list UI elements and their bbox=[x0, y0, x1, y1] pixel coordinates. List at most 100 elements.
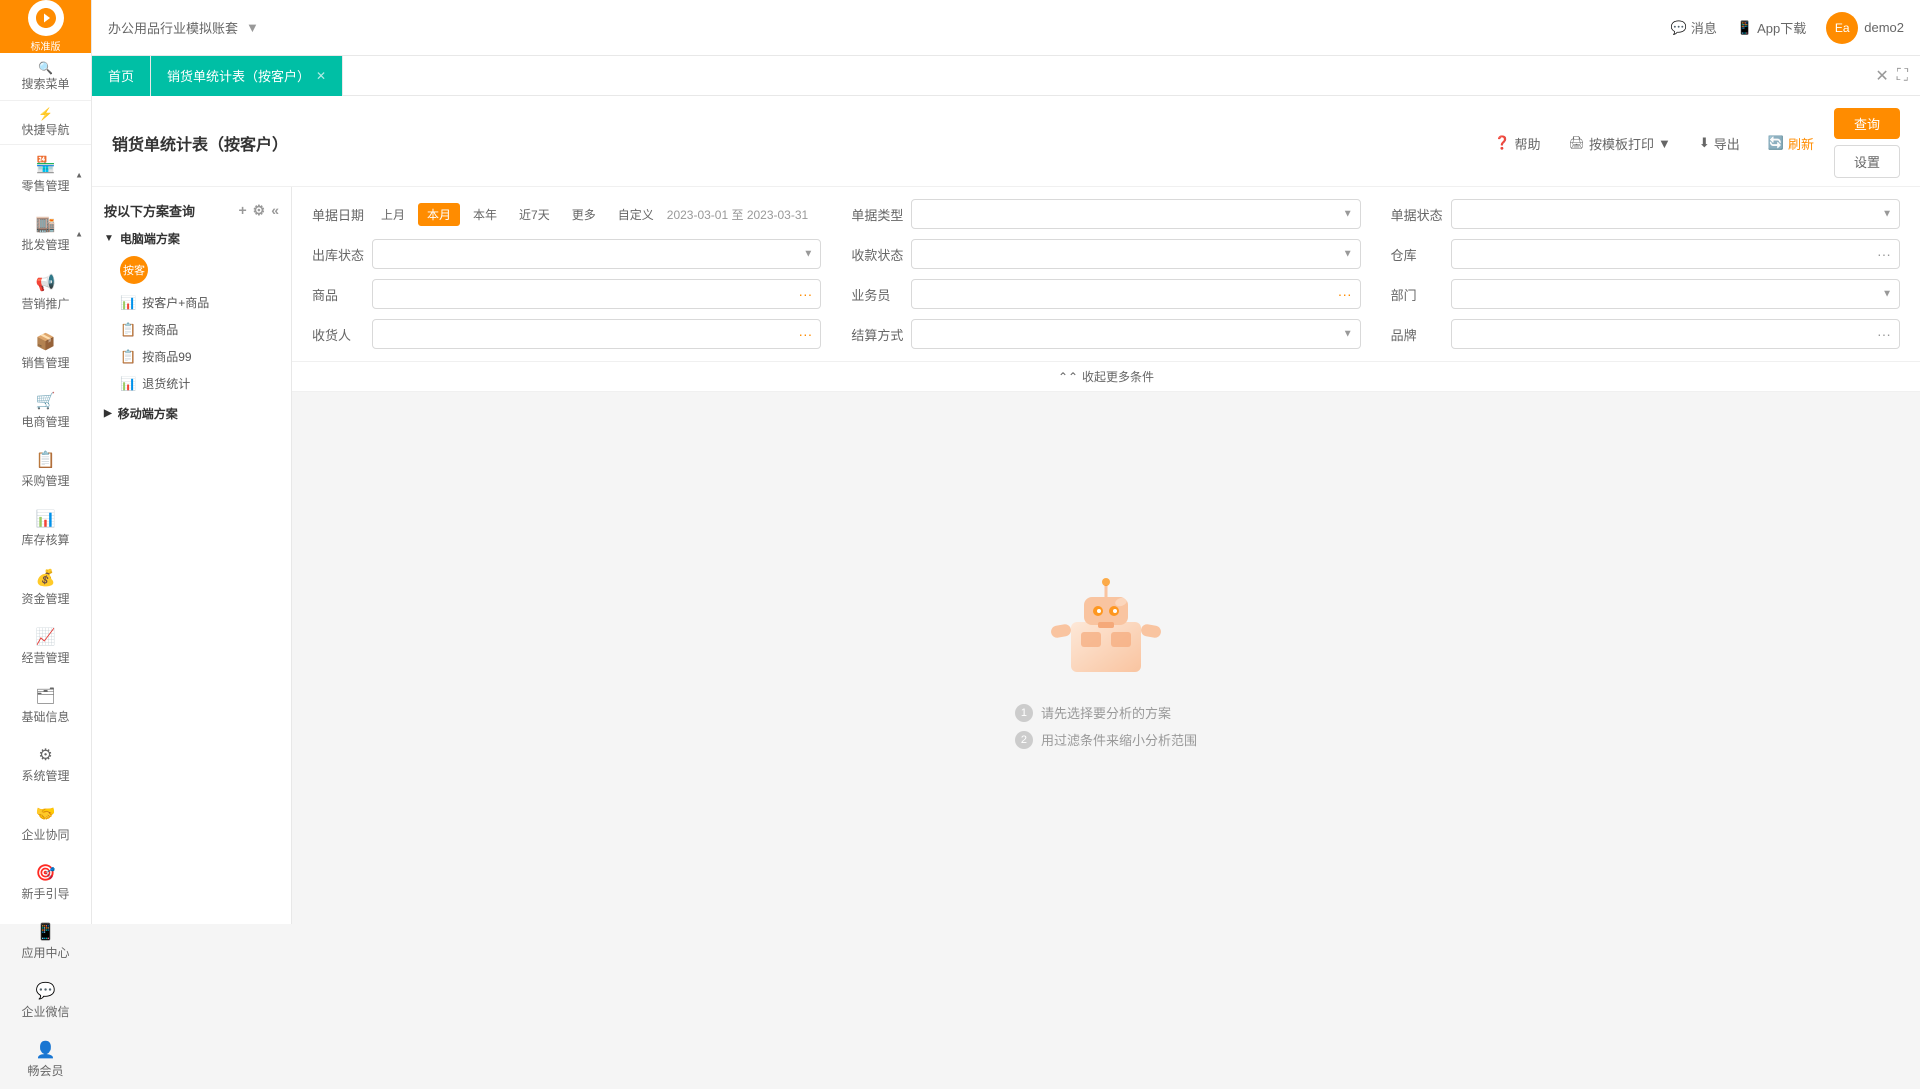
department-select-wrap bbox=[1451, 279, 1900, 309]
tab-sales-stats[interactable]: 销货单统计表（按客户） ✕ bbox=[151, 56, 343, 96]
sidebar-item-member[interactable]: 👤 畅会员 bbox=[0, 1030, 91, 1089]
empty-tip-2-text: 用过滤条件来缩小分析范围 bbox=[1041, 730, 1197, 749]
tree-item-return-stats[interactable]: 📊 退货统计 bbox=[92, 370, 291, 397]
tab-close-icon[interactable]: ✕ bbox=[316, 69, 326, 83]
help-btn[interactable]: ❓ 帮助 bbox=[1486, 130, 1548, 157]
out-status-select[interactable] bbox=[372, 239, 821, 269]
setting-button[interactable]: 设置 bbox=[1834, 145, 1900, 178]
sidebar-item-appcenter[interactable]: 📱 应用中心 bbox=[0, 912, 91, 971]
tree-arrow-mobile-icon: ▶ bbox=[104, 408, 112, 419]
goods-dots[interactable]: ··· bbox=[798, 286, 812, 302]
receipt-status-select[interactable] bbox=[911, 239, 1360, 269]
date-tab-7days[interactable]: 近7天 bbox=[510, 203, 559, 226]
export-btn[interactable]: ⬇ 导出 bbox=[1691, 130, 1748, 157]
topbar: 办公用品行业模拟账套 ▼ 💬 消息 📱 App下载 Ea demo2 bbox=[92, 0, 1920, 56]
collapse-bar[interactable]: ⌃⌃ 收起更多条件 bbox=[292, 362, 1920, 392]
order-status-label: 单据状态 bbox=[1391, 205, 1451, 224]
tree-item-customer-goods[interactable]: 📊 按客户+商品 bbox=[92, 289, 291, 316]
tree-item-goods[interactable]: 📋 按商品 bbox=[92, 316, 291, 343]
date-tab-thisyear[interactable]: 本年 bbox=[464, 203, 506, 226]
brand-input[interactable] bbox=[1460, 327, 1877, 342]
warehouse-input[interactable] bbox=[1460, 247, 1877, 262]
message-btn[interactable]: 💬 消息 bbox=[1671, 18, 1717, 37]
left-panel-header: 按以下方案查询 + ⚙ « bbox=[92, 195, 291, 226]
left-panel-icons: + ⚙ « bbox=[238, 202, 279, 219]
goods-input[interactable] bbox=[381, 287, 798, 302]
goods-filter: 商品 ··· bbox=[312, 279, 821, 309]
sidebar-item-newguide[interactable]: 🎯 新手引导 bbox=[0, 853, 91, 912]
tree-group-mobile[interactable]: ▶ 移动端方案 bbox=[92, 401, 291, 426]
salesman-input[interactable] bbox=[920, 287, 1337, 302]
sidebar-item-marketing[interactable]: 📢 营销推广 bbox=[0, 263, 91, 322]
date-tab-thismonth[interactable]: 本月 bbox=[418, 203, 460, 226]
add-scheme-icon[interactable]: + bbox=[238, 202, 246, 219]
tree-item-by-customer[interactable]: 按客 bbox=[92, 251, 291, 289]
sidebar-item-wholesale[interactable]: 🏬 批发管理 bbox=[0, 204, 91, 263]
print-btn[interactable]: 🖨 按模板打印 ▼ bbox=[1560, 130, 1678, 157]
sidebar-item-ecommerce[interactable]: 🛒 电商管理 bbox=[0, 381, 91, 440]
department-filter: 部门 bbox=[1391, 279, 1900, 309]
sidebar-item-corpwechat[interactable]: 💬 企业微信 bbox=[0, 971, 91, 1030]
goods-label: 商品 bbox=[312, 285, 372, 304]
tab-maximize-icon[interactable]: ⛶ bbox=[1897, 67, 1908, 85]
sidebar-item-inventory[interactable]: 📊 库存核算 bbox=[0, 499, 91, 558]
app-logo[interactable]: 标准版 bbox=[0, 0, 91, 53]
sidebar-item-sales[interactable]: 📦 销售管理 bbox=[0, 322, 91, 381]
tab-home[interactable]: 首页 bbox=[92, 56, 151, 96]
sidebar-quicknav[interactable]: ⚡ 快捷导航 bbox=[0, 101, 91, 145]
tree-group-pc[interactable]: ▼ 电脑端方案 bbox=[92, 226, 291, 251]
collapse-panel-icon[interactable]: « bbox=[271, 202, 279, 219]
tab-home-label: 首页 bbox=[108, 66, 134, 85]
query-setting-btns: 查询 设置 bbox=[1834, 108, 1900, 178]
order-type-label: 单据类型 bbox=[851, 205, 911, 224]
sidebar-item-finance[interactable]: 💰 资金管理 bbox=[0, 558, 91, 617]
brand-label: 品牌 bbox=[1391, 325, 1451, 344]
brand-dots[interactable]: ··· bbox=[1877, 326, 1891, 342]
industry-dropdown-icon[interactable]: ▼ bbox=[246, 20, 259, 35]
warehouse-dots[interactable]: ··· bbox=[1877, 246, 1891, 262]
tip-num-2: 2 bbox=[1015, 731, 1033, 749]
receipt-status-select-wrap bbox=[911, 239, 1360, 269]
sidebar-item-retail[interactable]: 🏪 零售管理 bbox=[0, 145, 91, 204]
date-tab-custom[interactable]: 自定义 bbox=[609, 203, 663, 226]
settlement-select[interactable] bbox=[911, 319, 1360, 349]
tab-sales-stats-label: 销货单统计表（按客户） bbox=[167, 66, 310, 85]
page-header: 销货单统计表（按客户） ❓ 帮助 🖨 按模板打印 ▼ ⬇ 导出 🔄 刷新 bbox=[92, 96, 1920, 187]
query-button[interactable]: 查询 bbox=[1834, 108, 1900, 139]
body-area: 按以下方案查询 + ⚙ « ▼ 电脑端方案 按客 📊 按客户+商品 bbox=[92, 187, 1920, 924]
sidebar-item-basic[interactable]: 🗂 基础信息 bbox=[0, 676, 91, 735]
download-icon: 📱 bbox=[1737, 20, 1753, 36]
salesman-input-wrap: ··· bbox=[911, 279, 1360, 309]
content-area: 1 请先选择要分析的方案 2 用过滤条件来缩小分析范围 bbox=[292, 392, 1920, 924]
order-type-select[interactable] bbox=[911, 199, 1360, 229]
sidebar-item-enterprise[interactable]: 🤝 企业协同 bbox=[0, 794, 91, 853]
tree-item-goods99[interactable]: 📋 按商品99 bbox=[92, 343, 291, 370]
app-download-btn[interactable]: 📱 App下载 bbox=[1737, 18, 1806, 37]
order-status-select[interactable] bbox=[1451, 199, 1900, 229]
collapse-up-icon: ⌃⌃ bbox=[1058, 370, 1078, 384]
department-select[interactable] bbox=[1451, 279, 1900, 309]
help-icon: ❓ bbox=[1494, 135, 1510, 151]
sidebar-item-operation[interactable]: 📈 经营管理 bbox=[0, 617, 91, 676]
warehouse-label: 仓库 bbox=[1391, 245, 1451, 264]
tab-close-window-icon[interactable]: ✕ bbox=[1875, 66, 1888, 86]
receiver-dots[interactable]: ··· bbox=[798, 326, 812, 342]
user-avatar[interactable]: Ea demo2 bbox=[1826, 12, 1904, 44]
logo-icon bbox=[28, 0, 64, 36]
sidebar-search[interactable]: 🔍 搜索菜单 bbox=[0, 53, 91, 101]
date-tab-more[interactable]: 更多 bbox=[563, 203, 605, 226]
page-actions: ❓ 帮助 🖨 按模板打印 ▼ ⬇ 导出 🔄 刷新 查询 bbox=[1486, 108, 1900, 178]
sidebar: 标准版 🔍 搜索菜单 ⚡ 快捷导航 🏪 零售管理 🏬 批发管理 📢 营销推广 📦… bbox=[0, 0, 92, 924]
tip-num-1: 1 bbox=[1015, 704, 1033, 722]
sidebar-item-system[interactable]: ⚙ 系统管理 bbox=[0, 735, 91, 794]
print-dropdown-icon: ▼ bbox=[1658, 136, 1671, 151]
salesman-dots[interactable]: ··· bbox=[1338, 286, 1352, 302]
refresh-btn[interactable]: 🔄 刷新 bbox=[1760, 130, 1822, 157]
setting-scheme-icon[interactable]: ⚙ bbox=[253, 202, 266, 219]
tabbar: 首页 销货单统计表（按客户） ✕ ✕ ⛶ bbox=[92, 56, 1920, 96]
goods-label: 按商品 bbox=[142, 321, 178, 338]
sidebar-item-purchase[interactable]: 📋 采购管理 bbox=[0, 440, 91, 499]
receiver-input[interactable] bbox=[381, 327, 798, 342]
date-tab-lastmonth[interactable]: 上月 bbox=[372, 203, 414, 226]
collapse-label: 收起更多条件 bbox=[1082, 368, 1154, 385]
